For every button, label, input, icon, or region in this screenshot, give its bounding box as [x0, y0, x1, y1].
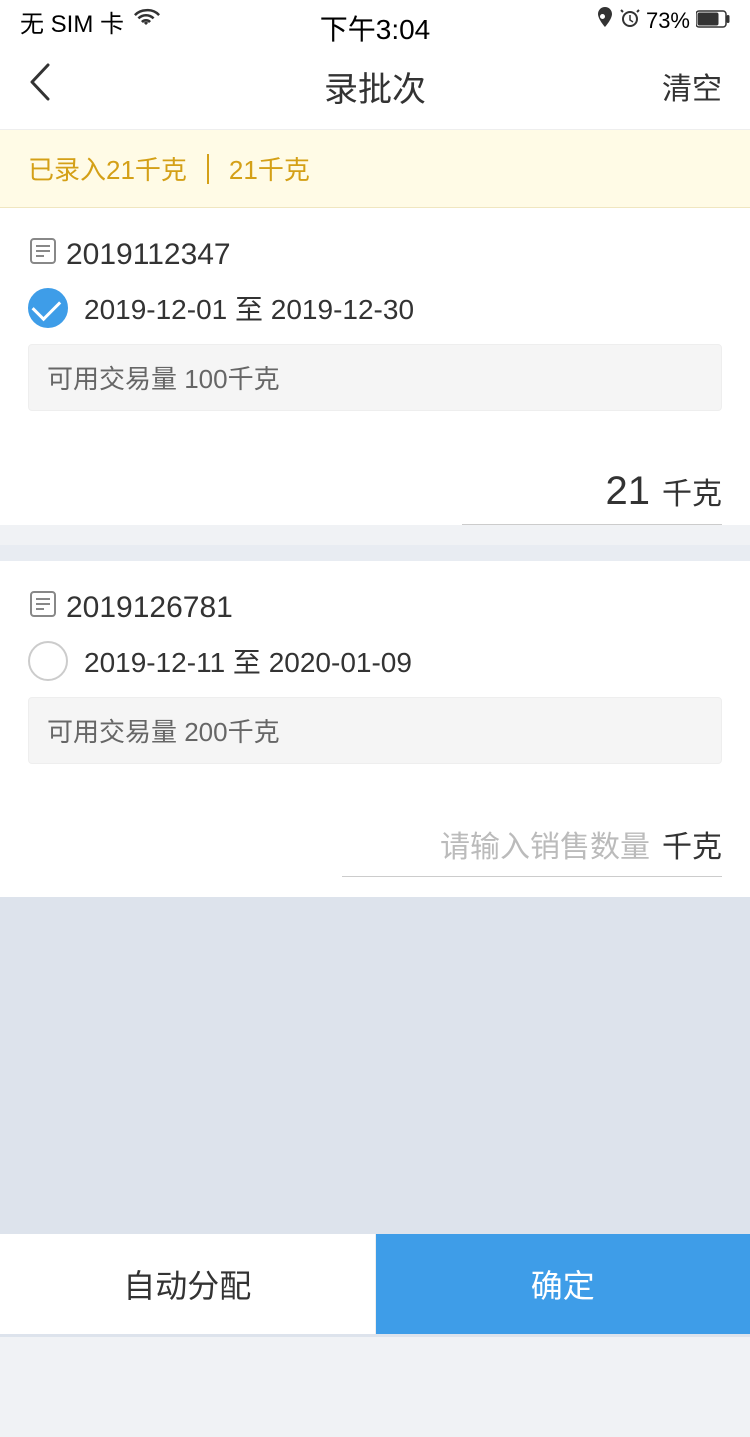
batch-2-bottom-pad: [0, 877, 750, 897]
bottom-bar: 自动分配 确定: [0, 1234, 750, 1334]
batch-1-id: 2019112347: [66, 238, 231, 272]
batch-1-available: 可用交易量 100千克: [28, 344, 722, 411]
batch-2-id: 2019126781: [66, 591, 233, 625]
batch-1-header: 2019112347: [28, 236, 722, 274]
batch-2-radio[interactable]: [28, 641, 68, 681]
info-banner: 已录入21千克 21千克: [0, 130, 750, 208]
location-icon: [596, 7, 614, 35]
batch-icon-1: [28, 236, 58, 274]
battery-text: 73%: [646, 8, 690, 34]
batch-2-input-placeholder: 请输入销售数量: [440, 822, 650, 866]
batch-2-input-unit: 千克: [662, 822, 722, 866]
auto-distribute-button[interactable]: 自动分配: [0, 1234, 376, 1334]
batch-1-amount-value: 21: [606, 469, 651, 514]
batch-1-radio[interactable]: [28, 288, 68, 328]
batch-2-header: 2019126781: [28, 589, 722, 627]
back-button[interactable]: [28, 63, 50, 108]
recorded-label: 已录入21千克: [28, 150, 187, 187]
batch-2-input-row[interactable]: 请输入销售数量 千克: [0, 804, 750, 876]
batch-1-underline: [462, 524, 722, 525]
total-label: 21千克: [229, 150, 310, 187]
nav-bar: 录批次 清空: [0, 42, 750, 130]
banner-divider: [207, 154, 209, 184]
batch-2-row[interactable]: 2019-12-11 至 2020-01-09: [28, 641, 722, 681]
batch-card-2-inner: 2019126781 2019-12-11 至 2020-01-09 可用交易量…: [0, 561, 750, 804]
page-title: 录批次: [324, 42, 426, 130]
batch-card-1: 2019112347 2019-12-01 至 2019-12-30 可用交易量…: [0, 208, 750, 525]
carrier-text: 无 SIM 卡: [20, 4, 124, 39]
batch-2-date: 2019-12-11 至 2020-01-09: [84, 641, 412, 681]
section-divider-1: [0, 545, 750, 561]
batch-card-1-inner: 2019112347 2019-12-01 至 2019-12-30 可用交易量…: [0, 208, 750, 451]
alarm-icon: [620, 7, 640, 35]
batch-1-date: 2019-12-01 至 2019-12-30: [84, 288, 414, 328]
batch-1-amount-row: 21 千克: [0, 451, 750, 524]
status-bar: 无 SIM 卡 下午3:04 73%: [0, 0, 750, 42]
clear-button[interactable]: 清空: [662, 64, 722, 108]
confirm-button[interactable]: 确定: [376, 1234, 750, 1334]
batch-2-available: 可用交易量 200千克: [28, 697, 722, 764]
batch-icon-2: [28, 589, 58, 627]
batch-card-2: 2019126781 2019-12-11 至 2020-01-09 可用交易量…: [0, 561, 750, 897]
batch-1-amount-unit: 千克: [662, 469, 722, 513]
status-left: 无 SIM 卡: [20, 4, 160, 39]
batch-1-row[interactable]: 2019-12-01 至 2019-12-30: [28, 288, 722, 328]
battery-icon: [696, 8, 730, 34]
wifi-icon: [132, 7, 160, 36]
status-right: 73%: [596, 7, 730, 35]
